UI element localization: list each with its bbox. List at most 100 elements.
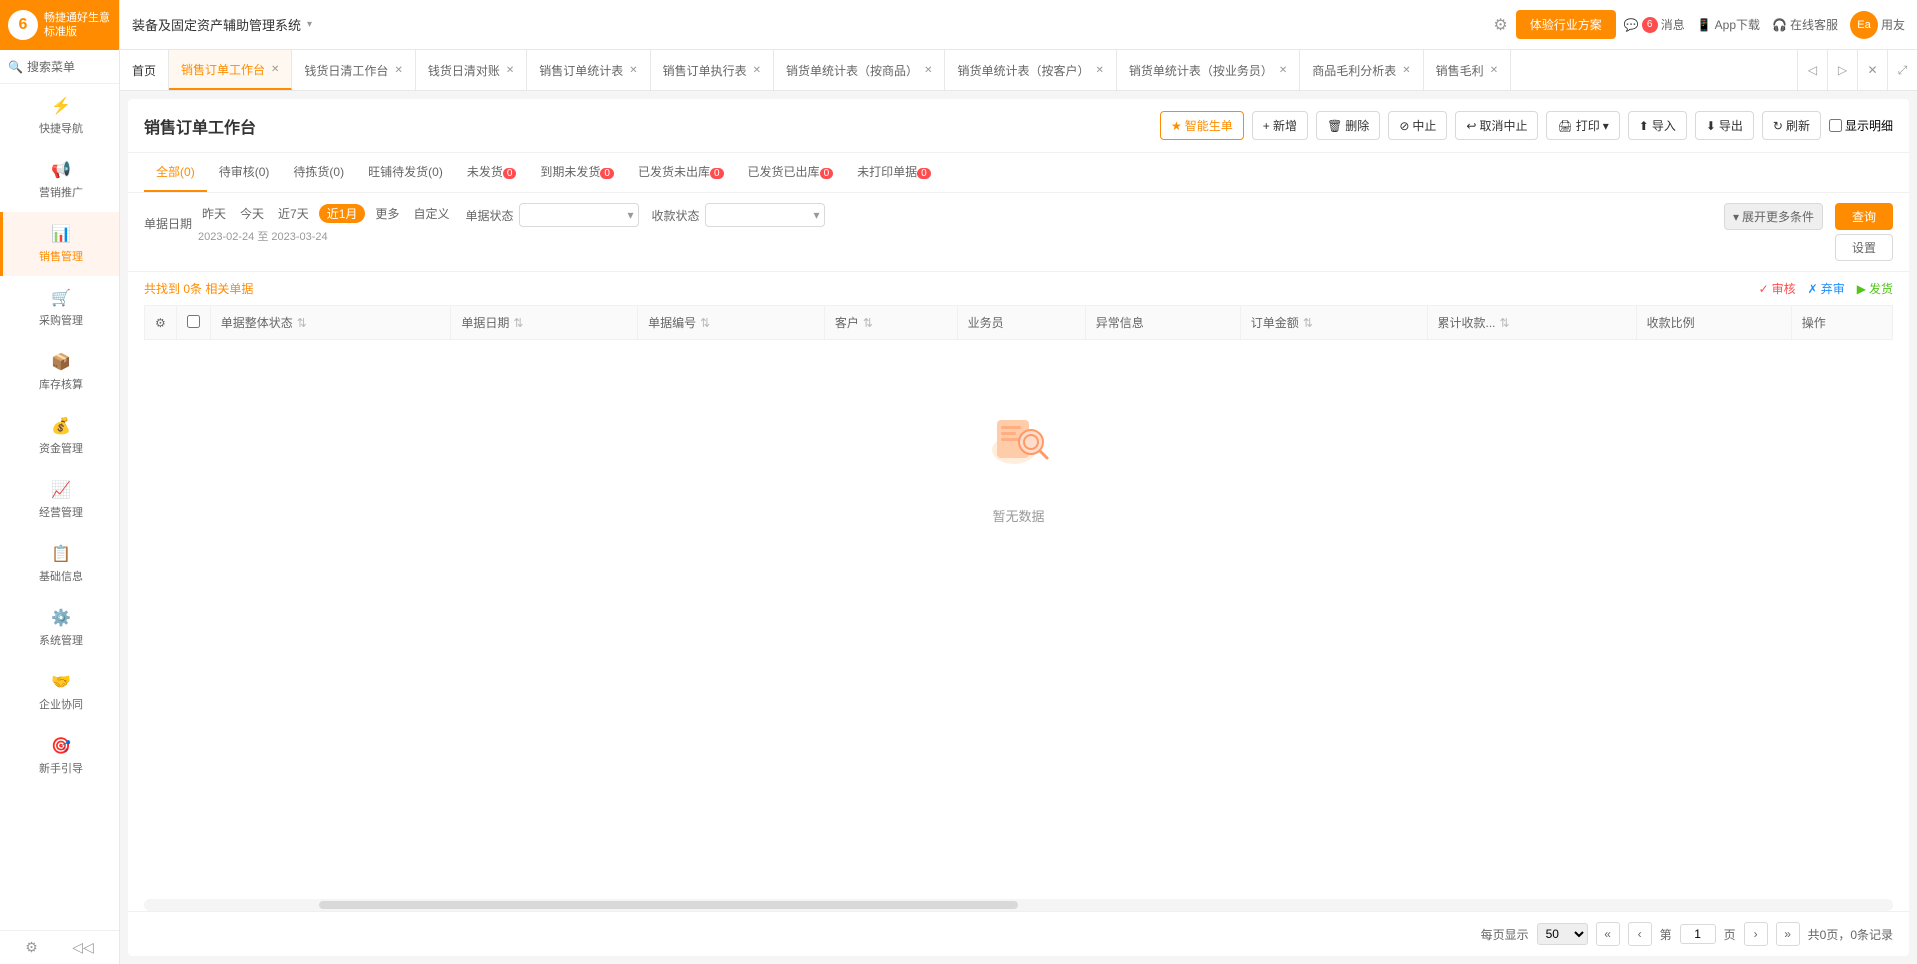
sidebar-item-search[interactable]: 🔍 搜索菜单 xyxy=(0,50,119,84)
page-number-input[interactable] xyxy=(1680,924,1716,944)
tab-sales-profit[interactable]: 销售毛利 ✕ xyxy=(1424,50,1511,90)
tab-scroll-right[interactable]: ▷ xyxy=(1827,50,1857,90)
sidebar-item-finance[interactable]: 💰 资金管理 xyxy=(0,404,119,468)
date-opt-7days[interactable]: 近7天 xyxy=(274,203,313,224)
page-prev-btn[interactable]: ‹ xyxy=(1628,922,1652,946)
tab-close-profit[interactable]: ✕ xyxy=(1490,65,1498,76)
sidebar-item-basic-info[interactable]: 📋 基础信息 xyxy=(0,532,119,596)
smart-generate-btn[interactable]: ★ 智能生单 xyxy=(1160,111,1244,140)
refresh-btn[interactable]: ↻ 刷新 xyxy=(1762,111,1821,140)
tab-cash-reconcile[interactable]: 钱货日清对账 ✕ xyxy=(416,50,527,90)
select-all-checkbox[interactable] xyxy=(187,315,200,328)
subtab-wangpu[interactable]: 旺铺待发货(0) xyxy=(356,153,455,192)
topbar-settings-icon[interactable]: ⚙ xyxy=(1493,15,1507,35)
tab-cash-daily[interactable]: 钱货日清工作台 ✕ xyxy=(292,50,415,90)
tab-maximize[interactable]: ⤢ xyxy=(1887,50,1917,90)
tab-sales-exec[interactable]: 销售订单执行表 ✕ xyxy=(651,50,774,90)
subtab-all[interactable]: 全部(0) xyxy=(144,153,207,192)
tab-close-sales-exec[interactable]: ✕ xyxy=(753,65,761,76)
filter-settings-btn[interactable]: 设置 xyxy=(1835,234,1893,261)
unreview-btn[interactable]: ✗ 弃审 xyxy=(1808,280,1845,297)
sort-status-icon[interactable]: ⇅ xyxy=(297,316,307,330)
subtab-unshipped[interactable]: 未发货0 xyxy=(455,153,529,192)
page-next-btn[interactable]: › xyxy=(1744,922,1768,946)
sidebar-item-newbie[interactable]: 🎯 新手引导 xyxy=(0,724,119,788)
print-btn[interactable]: 🖨 打印 ▾ xyxy=(1546,111,1619,140)
tab-close-cash-reconcile[interactable]: ✕ xyxy=(506,65,514,76)
page-last-btn[interactable]: » xyxy=(1776,922,1800,946)
tab-close-sales-order[interactable]: ✕ xyxy=(271,64,279,75)
expand-filters-btn[interactable]: ▾ 展开更多条件 xyxy=(1724,203,1823,230)
scrollbar-thumb[interactable] xyxy=(319,901,1019,909)
date-opt-1month[interactable]: 近1月 xyxy=(319,204,366,223)
page-size-select[interactable]: 10 20 50 100 xyxy=(1537,923,1588,945)
print-chevron-icon: ▾ xyxy=(1603,119,1609,133)
subtab-shipped-out[interactable]: 已发货已出库0 xyxy=(736,153,846,192)
empty-state: 暂无数据 xyxy=(144,340,1893,585)
tab-close-all[interactable]: ✕ xyxy=(1857,50,1887,90)
export-btn[interactable]: ⬇ 导出 xyxy=(1695,111,1754,140)
sidebar-settings-btn[interactable]: ⚙ xyxy=(25,939,38,956)
tab-close-summary-staff[interactable]: ✕ xyxy=(1279,65,1287,76)
show-detail-checkbox[interactable] xyxy=(1829,119,1842,132)
message-btn[interactable]: 💬 6 消息 xyxy=(1624,16,1685,33)
status-select[interactable] xyxy=(519,203,639,227)
show-detail-checkbox-label[interactable]: 显示明细 xyxy=(1829,117,1893,134)
sidebar-collapse-btn[interactable]: ◁◁ xyxy=(72,939,94,956)
delete-btn[interactable]: 🗑 删除 xyxy=(1316,111,1380,140)
date-opt-custom[interactable]: 自定义 xyxy=(409,203,453,224)
subtab-unprinted[interactable]: 未打印单据0 xyxy=(845,153,943,192)
tab-sales-stats[interactable]: 销售订单统计表 ✕ xyxy=(527,50,650,90)
new-btn[interactable]: + 新增 xyxy=(1252,111,1308,140)
tab-close-summary-product[interactable]: ✕ xyxy=(924,65,932,76)
chevron-down-icon: ▾ xyxy=(1733,210,1739,224)
sidebar-item-sales[interactable]: 📊 销售管理 xyxy=(0,212,119,276)
sidebar-item-inventory[interactable]: 📦 库存核算 xyxy=(0,340,119,404)
pagination-bar: 每页显示 10 20 50 100 « ‹ 第 页 › » 共0页，0条记录 xyxy=(128,911,1909,956)
col-settings[interactable]: ⚙ xyxy=(145,306,177,340)
page-first-btn[interactable]: « xyxy=(1596,922,1620,946)
tab-close-margin[interactable]: ✕ xyxy=(1402,65,1410,76)
subtab-pending-review[interactable]: 待审核(0) xyxy=(207,153,282,192)
suspend-btn[interactable]: ⊘ 中止 xyxy=(1388,111,1447,140)
date-options-row: 昨天 今天 近7天 近1月 更多 自定义 xyxy=(198,203,453,224)
tab-close-sales-stats[interactable]: ✕ xyxy=(629,65,637,76)
app-download-btn[interactable]: 📱 App下载 xyxy=(1697,16,1760,33)
subtab-pending-inspect[interactable]: 待拣货(0) xyxy=(281,153,356,192)
payment-select[interactable] xyxy=(705,203,825,227)
tab-margin-analysis[interactable]: 商品毛利分析表 ✕ xyxy=(1300,50,1423,90)
user-area[interactable]: Ea 用友 xyxy=(1850,11,1905,39)
sort-date-icon[interactable]: ⇅ xyxy=(513,316,523,330)
date-opt-today[interactable]: 今天 xyxy=(236,203,268,224)
unsuspend-btn[interactable]: ↩ 取消中止 xyxy=(1455,111,1538,140)
subtab-overdue[interactable]: 到期未发货0 xyxy=(528,153,626,192)
date-opt-yesterday[interactable]: 昨天 xyxy=(198,203,230,224)
sidebar-item-purchase[interactable]: 🛒 采购管理 xyxy=(0,276,119,340)
import-btn[interactable]: ⬆ 导入 xyxy=(1628,111,1687,140)
tab-home[interactable]: 首页 xyxy=(120,50,169,90)
sort-customer-icon[interactable]: ⇅ xyxy=(863,316,873,330)
sidebar-item-system[interactable]: ⚙️ 系统管理 xyxy=(0,596,119,660)
tab-scroll-left[interactable]: ◁ xyxy=(1797,50,1827,90)
sidebar-item-operations[interactable]: 📈 经营管理 xyxy=(0,468,119,532)
sidebar-item-quick-nav[interactable]: ⚡ 快捷导航 xyxy=(0,84,119,148)
tab-summary-customer[interactable]: 销货单统计表（按客户） ✕ xyxy=(945,50,1116,90)
sidebar-item-enterprise[interactable]: 🤝 企业协同 xyxy=(0,660,119,724)
subtab-shipped-not-out[interactable]: 已发货未出库0 xyxy=(626,153,736,192)
sidebar-item-marketing[interactable]: 📢 营销推广 xyxy=(0,148,119,212)
query-btn[interactable]: 查询 xyxy=(1835,203,1893,230)
date-opt-more[interactable]: 更多 xyxy=(371,203,403,224)
sort-collected-icon[interactable]: ⇅ xyxy=(1500,316,1510,330)
tab-summary-product[interactable]: 销货单统计表（按商品） ✕ xyxy=(774,50,945,90)
horizontal-scrollbar[interactable] xyxy=(144,899,1893,911)
online-service-btn[interactable]: 🎧 在线客服 xyxy=(1772,16,1838,33)
sort-amount-icon[interactable]: ⇅ xyxy=(1303,316,1313,330)
tab-sales-order[interactable]: 销售订单工作台 ✕ xyxy=(169,50,292,90)
tab-close-cash-daily[interactable]: ✕ xyxy=(394,65,402,76)
sort-number-icon[interactable]: ⇅ xyxy=(700,316,710,330)
experience-btn[interactable]: 体验行业方案 xyxy=(1516,10,1616,39)
tab-summary-staff[interactable]: 销货单统计表（按业务员） ✕ xyxy=(1117,50,1300,90)
ship-btn[interactable]: ▶ 发货 xyxy=(1857,280,1893,297)
review-btn[interactable]: ✓ 审核 xyxy=(1759,280,1796,297)
tab-close-summary-customer[interactable]: ✕ xyxy=(1095,65,1103,76)
